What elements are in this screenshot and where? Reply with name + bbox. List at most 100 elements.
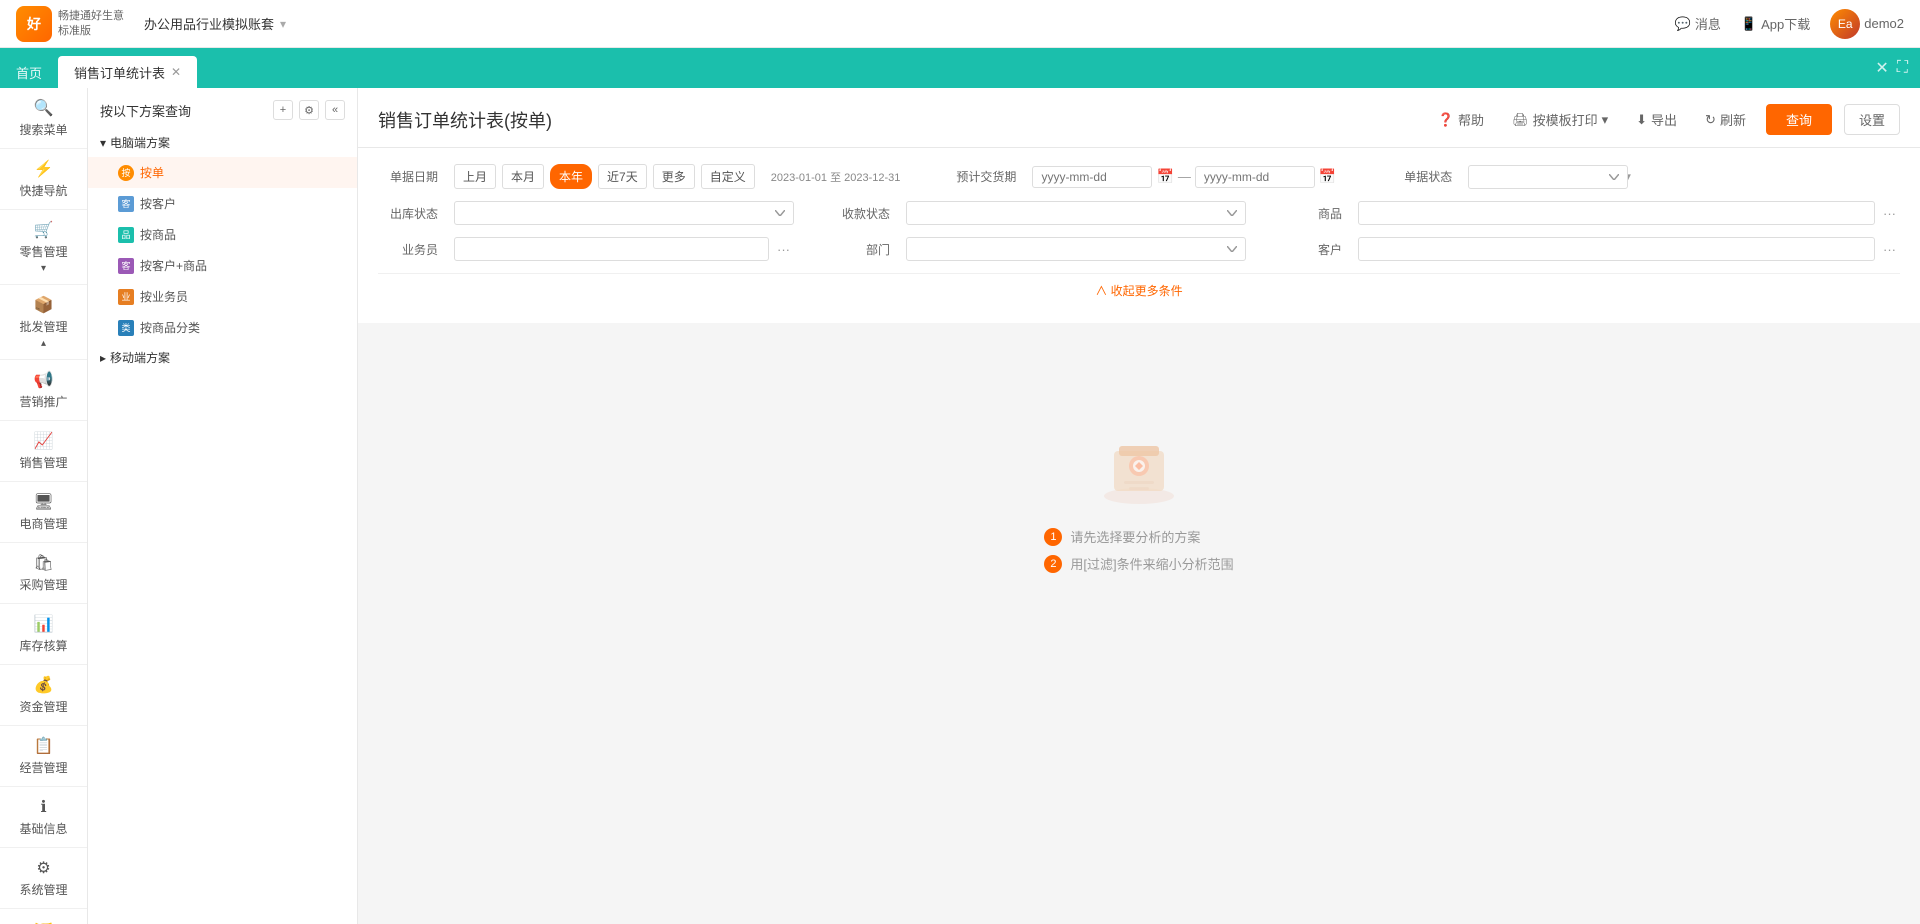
sidebar-item-sales[interactable]: 📈 销售管理 [0,421,87,482]
add-scheme-button[interactable]: + [273,100,293,120]
chevron-right-icon: ▸ [100,351,106,365]
date-custom-btn[interactable]: 自定义 [701,164,755,189]
sidebar-item-inventory[interactable]: 📊 库存核算 [0,604,87,665]
collapse-icon: « [332,104,338,116]
status-label: 单据状态 [1392,168,1452,185]
date-last-month-btn[interactable]: 上月 [454,164,496,189]
collapse-bar[interactable]: ∧ 收起更多条件 [378,273,1900,307]
sidebar-item-finance[interactable]: 💰 资金管理 [0,665,87,726]
salesperson-input[interactable] [454,237,769,261]
tab-home[interactable]: 首页 [0,56,58,88]
customer-input-wrapper: ··· [1358,237,1900,261]
ecommerce-icon: 🖥 [33,492,53,512]
empty-illustration [1089,411,1189,511]
tab-sales-order-stats[interactable]: 销售订单统计表 ✕ [58,56,197,88]
tabbar-actions: ✕ ⛶ [1875,58,1920,78]
department-wrapper [906,237,1246,261]
date-separator: — [1178,169,1191,184]
customer-more-icon[interactable]: ··· [1879,240,1900,259]
app-logo: 好 畅捷通好生意 标准版 [16,6,124,42]
tabbar: 首页 销售订单统计表 ✕ ✕ ⛶ [0,48,1920,88]
sidebar-item-label: 经营管理 [19,759,67,776]
sidebar-item-operations[interactable]: 📋 经营管理 [0,726,87,787]
collapse-panel-button[interactable]: « [325,100,345,120]
date-this-month-btn[interactable]: 本月 [502,164,544,189]
purchase-icon: 🛍 [33,553,53,573]
print-button[interactable]: 🖨 按模板打印 ▾ [1504,106,1616,133]
salesperson-more-icon[interactable]: ··· [773,240,794,259]
help-button[interactable]: ❓ 帮助 [1430,106,1492,133]
status-select-wrapper [1468,165,1628,189]
left-panel-header: 按以下方案查询 + ⚙ « [88,100,357,128]
sidebar-item-quicknav[interactable]: ⚡ 快捷导航 [0,149,87,210]
scheme-by-goods-category[interactable]: 类 按商品分类 [88,312,357,343]
date-this-year-btn[interactable]: 本年 [550,164,592,189]
refresh-button[interactable]: ↻ 刷新 [1697,106,1754,133]
payment-status-select[interactable] [906,201,1246,225]
scheme-by-goods[interactable]: 品 按商品 [88,219,357,250]
chevron-down-icon: ▾ [100,136,106,150]
user-menu[interactable]: Ea demo2 [1830,9,1904,39]
department-select[interactable] [906,237,1246,261]
expected-date-to-input[interactable] [1195,166,1315,188]
export-button[interactable]: ⬇ 导出 [1628,106,1685,133]
sidebar-item-search[interactable]: 🔍 搜索菜单 [0,88,87,149]
scheme-label: 按客户+商品 [140,257,207,274]
sidebar-item-marketing[interactable]: 📢 营销推广 [0,360,87,421]
filter-section: 单据日期 上月 本月 本年 近7天 更多 自定义 2023-01-01 至 20… [358,148,1920,323]
system-icon: ⚙ [36,858,50,878]
sidebar-item-purchase[interactable]: 🛍 采购管理 [0,543,87,604]
inventory-icon: 📊 [34,614,54,634]
customer-input[interactable] [1358,237,1875,261]
app-download-button[interactable]: 📱 App下载 [1741,14,1810,33]
scheme-settings-button[interactable]: ⚙ [299,100,319,120]
sidebar-item-label: 电商管理 [19,515,67,532]
left-panel-title: 按以下方案查询 [100,101,191,120]
sales-icon: 📈 [34,431,54,451]
date-range-text: 2023-01-01 至 2023-12-31 [771,169,901,185]
date-shortcut-group: 上月 本月 本年 近7天 更多 自定义 [454,164,755,189]
message-button[interactable]: 💬 消息 [1675,14,1721,33]
tab-close-icon[interactable]: ✕ [171,65,181,79]
date-7days-btn[interactable]: 近7天 [598,164,647,189]
date-more-btn[interactable]: 更多 [653,164,695,189]
scheme-by-customer-goods[interactable]: 客 按客户+商品 [88,250,357,281]
download-icon: 📱 [1741,16,1757,32]
sidebar: 🔍 搜索菜单 ⚡ 快捷导航 🛒 零售管理 ▾ 📦 批发管理 ▴ 📢 营销推广 📈… [0,88,88,924]
print-dropdown-arrow[interactable]: ▾ [1602,112,1609,128]
maximize-icon[interactable]: ⛶ [1897,59,1908,77]
product-input[interactable] [1358,201,1875,225]
collapse-text: 收起更多条件 [1111,284,1183,298]
sidebar-item-basic[interactable]: ℹ 基础信息 [0,787,87,848]
left-panel: 按以下方案查询 + ⚙ « ▾ 电脑端方案 [88,88,358,924]
sidebar-item-system[interactable]: ⚙ 系统管理 [0,848,87,909]
customer-label: 客户 [1282,241,1342,258]
sidebar-item-wholesale[interactable]: 📦 批发管理 ▴ [0,285,87,360]
tip-num-2: 2 [1044,555,1062,573]
expected-date-from-input[interactable] [1032,166,1152,188]
sidebar-item-retail[interactable]: 🛒 零售管理 ▾ [0,210,87,285]
settings-button[interactable]: 设置 [1844,104,1900,135]
query-button[interactable]: 查询 [1766,104,1832,135]
topbar-dropdown-arrow[interactable]: ▾ [280,17,286,31]
scheme-by-customer[interactable]: 客 按客户 [88,188,357,219]
expected-date-label: 预计交货期 [956,168,1016,185]
date-label: 单据日期 [378,168,438,185]
shipping-status-select[interactable] [454,201,794,225]
sidebar-item-enterprise[interactable]: 🤝 企业协同 [0,909,87,924]
chevron-down-icon: ▾ [41,263,46,274]
mobile-group-toggle[interactable]: ▸ 移动端方案 [88,343,357,372]
marketing-icon: 📢 [34,370,54,390]
scheme-by-salesperson[interactable]: 业 按业务员 [88,281,357,312]
pc-group-toggle[interactable]: ▾ 电脑端方案 [88,128,357,157]
topbar-title-area: 办公用品行业模拟账套 ▾ [144,14,286,33]
close-window-icon[interactable]: ✕ [1875,58,1888,78]
scheme-by-order[interactable]: 按 按单 [88,157,357,188]
payment-status-label: 收款状态 [830,205,890,222]
status-select[interactable] [1468,165,1628,189]
avatar: Ea [1830,9,1860,39]
product-more-icon[interactable]: ··· [1879,204,1900,223]
left-panel-icons: + ⚙ « [273,100,345,120]
sidebar-item-ecommerce[interactable]: 🖥 电商管理 [0,482,87,543]
salesperson-input-wrapper: ··· [454,237,794,261]
